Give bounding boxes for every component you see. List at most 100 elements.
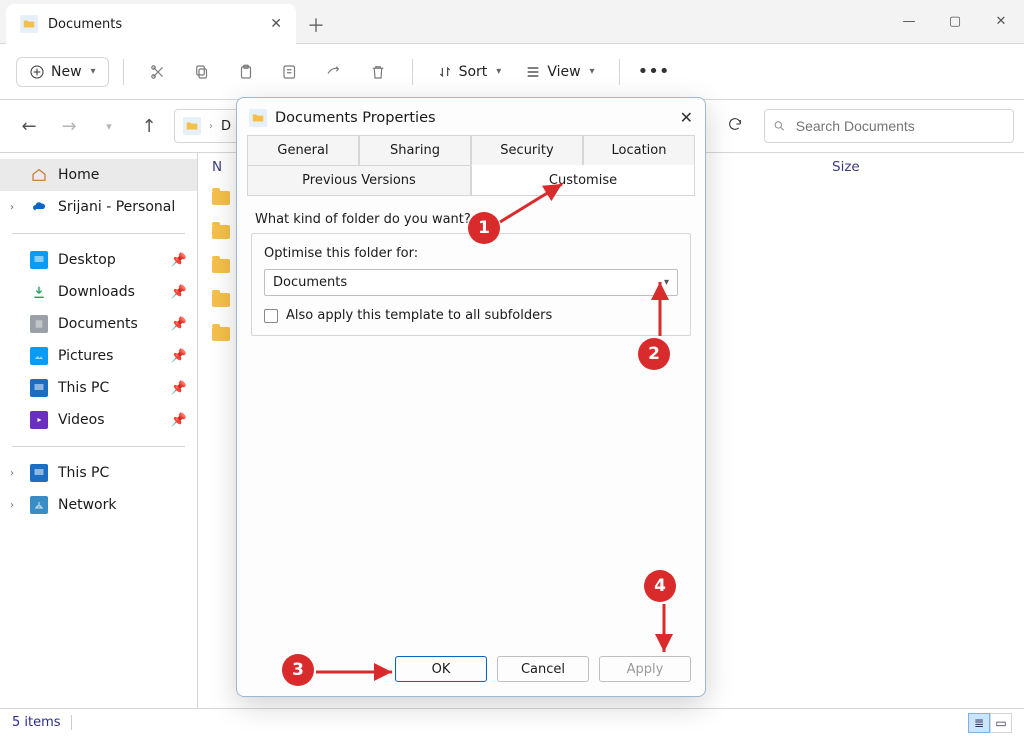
separator bbox=[12, 446, 185, 447]
new-tab-button[interactable]: ＋ bbox=[296, 6, 336, 43]
refresh-button[interactable] bbox=[716, 116, 754, 136]
tab-security[interactable]: Security bbox=[471, 135, 583, 165]
sidebar-item-label: This PC bbox=[58, 465, 109, 481]
checkbox-icon bbox=[264, 309, 278, 323]
search-input[interactable] bbox=[794, 117, 1005, 135]
forward-button[interactable]: → bbox=[54, 116, 84, 137]
sidebar-item-documents[interactable]: Documents 📌 bbox=[0, 308, 197, 340]
up-button[interactable]: ↑ bbox=[134, 116, 164, 137]
pictures-icon bbox=[30, 347, 48, 365]
close-dialog-button[interactable]: ✕ bbox=[680, 108, 693, 127]
paste-button[interactable] bbox=[226, 52, 266, 92]
back-button[interactable]: ← bbox=[14, 116, 44, 137]
separator bbox=[12, 233, 185, 234]
column-size[interactable]: Size bbox=[832, 159, 952, 175]
sidebar-item-thispc-pinned[interactable]: This PC 📌 bbox=[0, 372, 197, 404]
dialog-body: What kind of folder do you want? Optimis… bbox=[237, 196, 705, 646]
maximize-button[interactable]: ▢ bbox=[932, 0, 978, 43]
plus-circle-icon bbox=[29, 64, 45, 80]
new-button[interactable]: New ▾ bbox=[16, 57, 109, 87]
tab-title: Documents bbox=[48, 17, 122, 32]
pin-icon: 📌 bbox=[171, 349, 187, 364]
tab-general[interactable]: General bbox=[247, 135, 359, 165]
cancel-button[interactable]: Cancel bbox=[497, 656, 589, 682]
monitor-icon bbox=[30, 464, 48, 482]
documents-folder-icon bbox=[183, 117, 201, 135]
close-tab-icon[interactable]: ✕ bbox=[270, 16, 282, 32]
annotation-badge-2: 2 bbox=[638, 338, 670, 370]
copy-button[interactable] bbox=[182, 52, 222, 92]
sidebar-item-network[interactable]: › Network bbox=[0, 489, 197, 521]
command-toolbar: New ▾ Sort ▾ View ▾ ••• bbox=[0, 44, 1024, 100]
desktop-icon bbox=[30, 251, 48, 269]
breadcrumb[interactable]: D bbox=[221, 119, 231, 134]
search-icon bbox=[773, 119, 786, 133]
navigation-pane: Home › Srijani - Personal Desktop 📌 Down… bbox=[0, 153, 198, 708]
expand-icon[interactable]: › bbox=[10, 500, 20, 511]
search-box[interactable] bbox=[764, 109, 1014, 143]
tab-sharing[interactable]: Sharing bbox=[359, 135, 471, 165]
close-window-button[interactable]: ✕ bbox=[978, 0, 1024, 43]
download-icon bbox=[30, 283, 48, 301]
view-toggles: ≣ ▭ bbox=[968, 713, 1012, 733]
ok-button[interactable]: OK bbox=[395, 656, 487, 682]
share-button[interactable] bbox=[314, 52, 354, 92]
sort-icon bbox=[437, 64, 453, 80]
sidebar-item-onedrive[interactable]: › Srijani - Personal bbox=[0, 191, 197, 223]
expand-icon[interactable]: › bbox=[10, 202, 20, 213]
apply-button[interactable]: Apply bbox=[599, 656, 691, 682]
cut-button[interactable] bbox=[138, 52, 178, 92]
tab-customise[interactable]: Customise bbox=[471, 165, 695, 196]
sidebar-item-videos[interactable]: Videos 📌 bbox=[0, 404, 197, 436]
window-controls: — ▢ ✕ bbox=[886, 0, 1024, 43]
also-apply-checkbox[interactable]: Also apply this template to all subfolde… bbox=[264, 308, 678, 323]
separator bbox=[619, 59, 620, 85]
title-bar: Documents ✕ ＋ — ▢ ✕ bbox=[0, 0, 1024, 44]
cloud-icon bbox=[30, 198, 48, 216]
network-icon bbox=[30, 496, 48, 514]
documents-folder-icon bbox=[20, 15, 38, 33]
optimise-select[interactable]: Documents ▾ bbox=[264, 269, 678, 296]
folder-icon bbox=[212, 327, 230, 341]
chevron-down-icon: ▾ bbox=[496, 66, 501, 77]
sidebar-item-thispc[interactable]: › This PC bbox=[0, 457, 197, 489]
minimize-button[interactable]: — bbox=[886, 0, 932, 43]
sidebar-item-label: This PC bbox=[58, 380, 109, 396]
rename-button[interactable] bbox=[270, 52, 310, 92]
folder-icon bbox=[212, 293, 230, 307]
dialog-title: Documents Properties bbox=[275, 110, 436, 126]
pin-icon: 📌 bbox=[171, 285, 187, 300]
sidebar-item-downloads[interactable]: Downloads 📌 bbox=[0, 276, 197, 308]
annotation-badge-4: 4 bbox=[644, 570, 676, 602]
document-icon bbox=[30, 315, 48, 333]
sidebar-item-label: Documents bbox=[58, 316, 138, 332]
chevron-right-icon: › bbox=[209, 121, 213, 132]
sidebar-item-home[interactable]: Home bbox=[0, 159, 197, 191]
details-view-button[interactable]: ≣ bbox=[968, 713, 990, 733]
tiles-view-button[interactable]: ▭ bbox=[990, 713, 1012, 733]
more-button[interactable]: ••• bbox=[634, 52, 674, 92]
tab-previous-versions[interactable]: Previous Versions bbox=[247, 165, 471, 196]
sidebar-item-label: Videos bbox=[58, 412, 105, 428]
dialog-titlebar[interactable]: Documents Properties ✕ bbox=[237, 98, 705, 135]
recent-button[interactable]: ▾ bbox=[94, 120, 124, 133]
monitor-icon bbox=[30, 379, 48, 397]
folder-icon bbox=[212, 191, 230, 205]
sidebar-item-pictures[interactable]: Pictures 📌 bbox=[0, 340, 197, 372]
annotation-badge-3: 3 bbox=[282, 654, 314, 686]
window-tab[interactable]: Documents ✕ bbox=[6, 4, 296, 44]
chevron-down-icon: ▾ bbox=[664, 277, 669, 288]
also-apply-label: Also apply this template to all subfolde… bbox=[286, 308, 552, 323]
delete-button[interactable] bbox=[358, 52, 398, 92]
sort-button[interactable]: Sort ▾ bbox=[427, 58, 512, 86]
sidebar-item-desktop[interactable]: Desktop 📌 bbox=[0, 244, 197, 276]
separator bbox=[412, 59, 413, 85]
view-button[interactable]: View ▾ bbox=[515, 58, 604, 86]
tab-location[interactable]: Location bbox=[583, 135, 695, 165]
dialog-tabs: General Sharing Security Location Previo… bbox=[237, 135, 705, 196]
sidebar-item-label: Desktop bbox=[58, 252, 116, 268]
pin-icon: 📌 bbox=[171, 413, 187, 428]
expand-icon[interactable]: › bbox=[10, 468, 20, 479]
sidebar-item-label: Network bbox=[58, 497, 116, 513]
optimise-value: Documents bbox=[273, 275, 347, 290]
